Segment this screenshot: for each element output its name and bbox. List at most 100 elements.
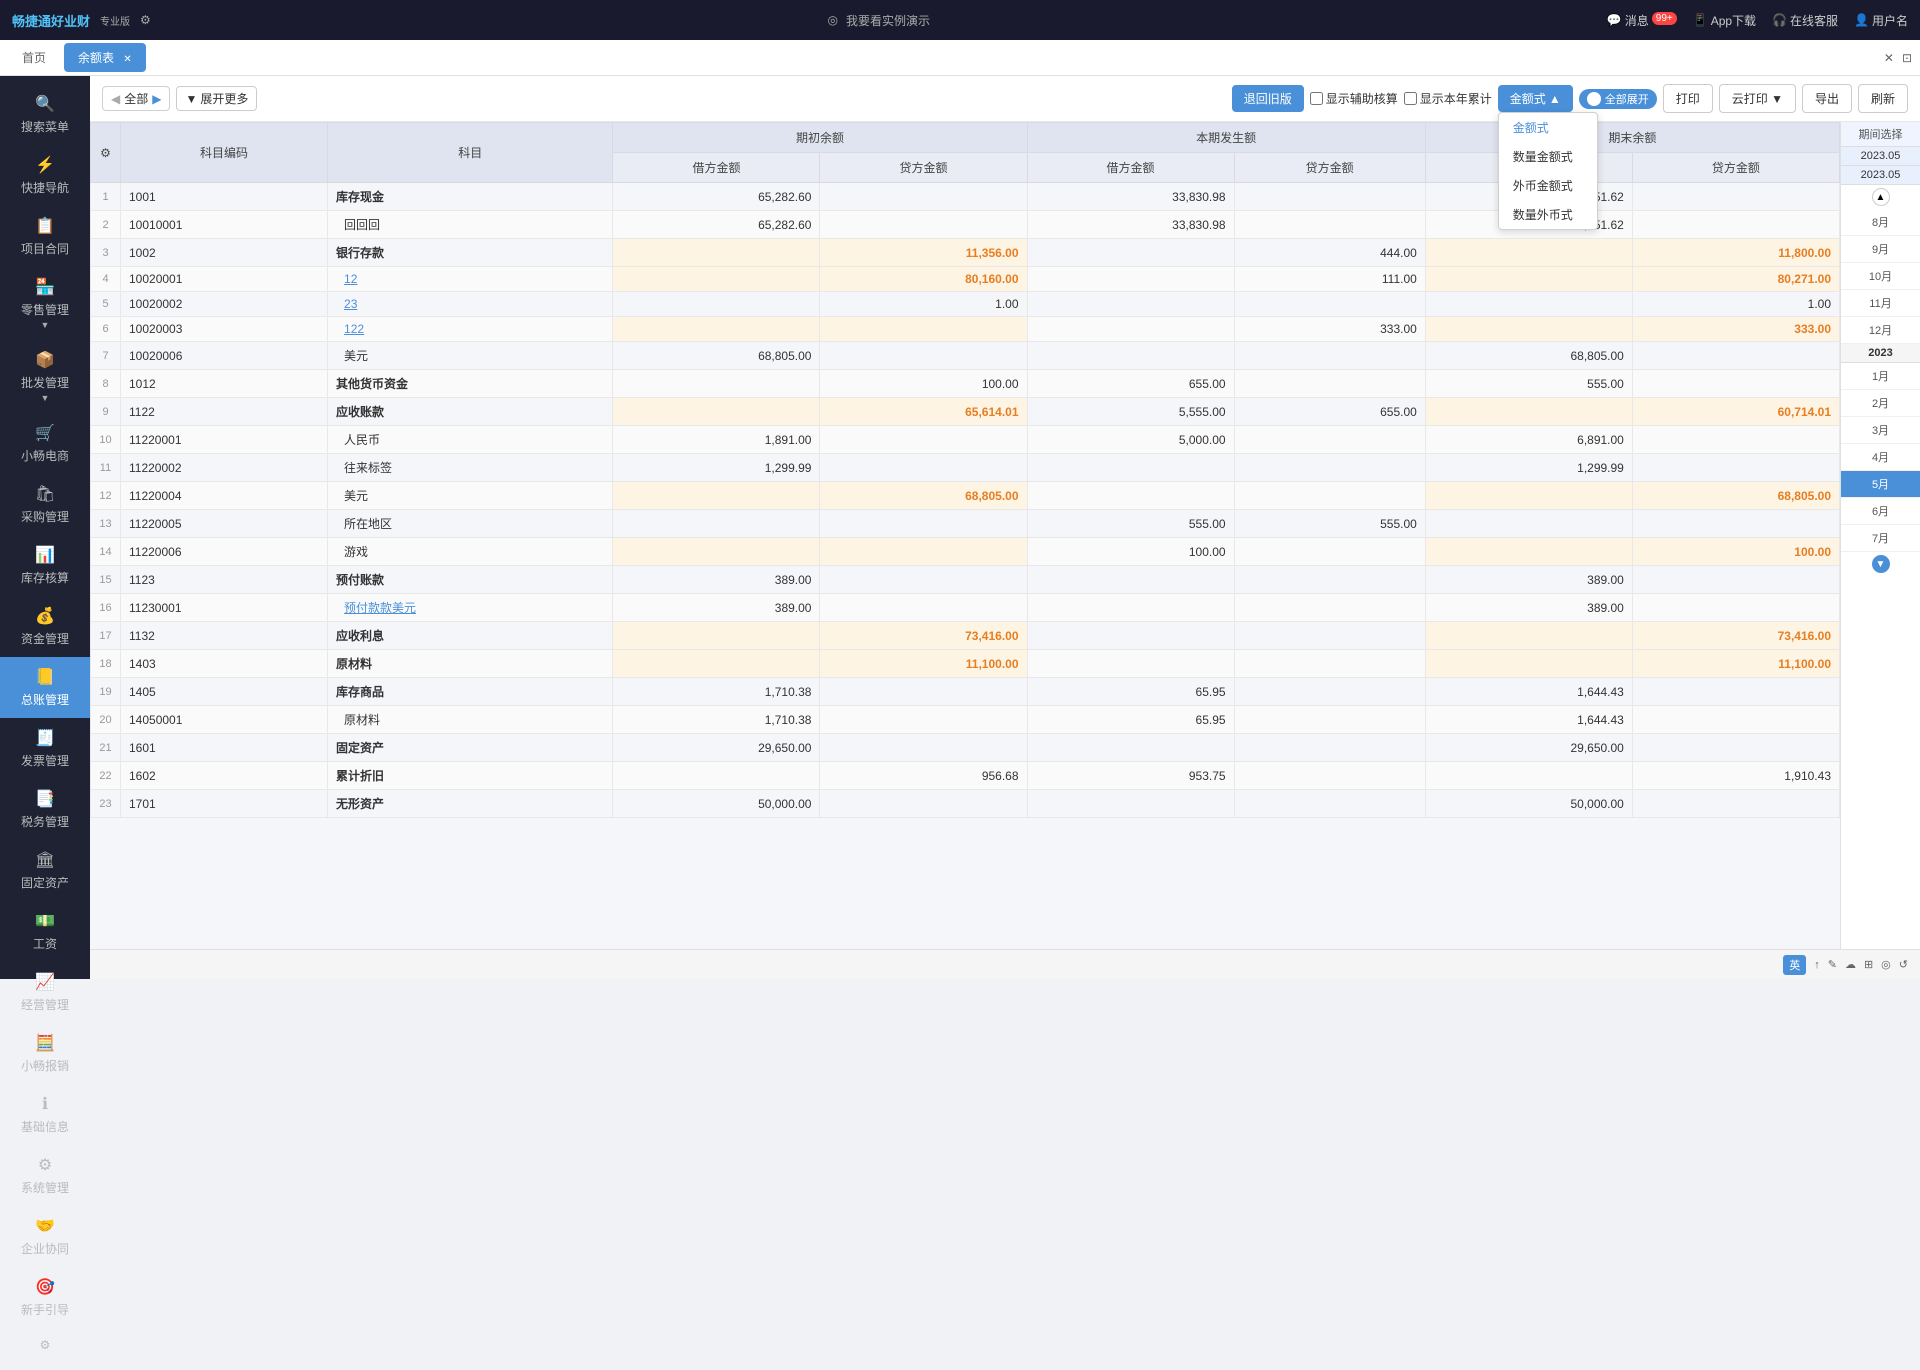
search-next-icon[interactable]: ▶ <box>152 92 161 106</box>
row-cb-debit: 1,299.99 <box>1425 454 1632 482</box>
search-prev-icon[interactable]: ◀ <box>111 92 120 106</box>
row-subject[interactable]: 12 <box>328 267 613 292</box>
period-8[interactable]: 8月 <box>1841 209 1920 236</box>
sidebar-item-tax[interactable]: 📑 税务管理 <box>0 779 90 840</box>
row-cd-debit: 33,830.98 <box>1027 211 1234 239</box>
show-year-total-checkbox[interactable]: 显示本年累计 <box>1404 90 1492 107</box>
period-nav-up[interactable]: ▲ <box>1841 185 1920 209</box>
bottom-btn-5[interactable]: ⊞ <box>1864 958 1873 971</box>
operations-icon: 📈 <box>35 972 55 992</box>
refresh-btn[interactable]: 刷新 <box>1858 84 1908 113</box>
print-btn[interactable]: 打印 <box>1663 84 1713 113</box>
sidebar-item-ecommerce[interactable]: 🛒 小畅电商 <box>0 413 90 474</box>
sidebar-item-capital[interactable]: 💰 资金管理 <box>0 596 90 657</box>
sidebar-item-expense[interactable]: 🧮 小畅报销 <box>0 1023 90 1084</box>
period-11[interactable]: 11月 <box>1841 290 1920 317</box>
amount-style-option-2[interactable]: 数量金额式 <box>1499 142 1597 171</box>
row-cd-credit <box>1234 566 1425 594</box>
tab-maximize-icon[interactable]: ⊡ <box>1902 51 1912 65</box>
row-ob-debit <box>613 239 820 267</box>
bottom-btn-2[interactable]: ↑ <box>1814 959 1820 971</box>
sidebar-item-quick-nav[interactable]: ⚡ 快捷导航 <box>0 145 90 206</box>
bottom-btn-4[interactable]: ☁ <box>1845 958 1856 971</box>
bottom-btn-7[interactable]: ↺ <box>1899 958 1908 971</box>
sidebar-item-project[interactable]: 📋 项目合同 <box>0 206 90 267</box>
export-btn[interactable]: 导出 <box>1802 84 1852 113</box>
period-5[interactable]: 5月 <box>1841 471 1920 498</box>
sidebar-item-guide[interactable]: 🎯 新手引导 <box>0 1267 90 1328</box>
settings-icon[interactable]: ⚙ <box>140 13 151 27</box>
amount-style-option-1[interactable]: 金额式 <box>1499 113 1597 142</box>
tab-balance[interactable]: 余额表 ✕ <box>64 43 146 72</box>
auxiliary-check[interactable] <box>1310 92 1323 105</box>
sidebar-item-purchase[interactable]: 🛍 采购管理 <box>0 474 90 535</box>
sidebar-item-basic-info[interactable]: ℹ 基础信息 <box>0 1084 90 1145</box>
row-cd-credit: 555.00 <box>1234 510 1425 538</box>
period-6[interactable]: 6月 <box>1841 498 1920 525</box>
amount-style-btn[interactable]: 金额式 ▲ <box>1498 85 1573 112</box>
expand-more-btn[interactable]: ▼ 展开更多 <box>176 86 257 111</box>
th-settings[interactable]: ⚙ <box>91 123 121 183</box>
period-10[interactable]: 10月 <box>1841 263 1920 290</box>
row-subject: 往来标签 <box>328 454 613 482</box>
sidebar-item-wholesale[interactable]: 📦 批发管理 ▼ <box>0 340 90 413</box>
sidebar-item-collab[interactable]: 🤝 企业协同 <box>0 1206 90 1267</box>
tab-home[interactable]: 首页 <box>8 43 60 72</box>
row-subject[interactable]: 23 <box>328 292 613 317</box>
demo-label[interactable]: 我要看实例演示 <box>846 12 930 29</box>
sidebar-item-invoice[interactable]: 🧾 发票管理 <box>0 718 90 779</box>
row-cb-credit <box>1632 426 1839 454</box>
app-download-btn[interactable]: 📱 App下载 <box>1693 12 1756 29</box>
period-7[interactable]: 7月 <box>1841 525 1920 552</box>
bottom-btn-1[interactable]: 英 <box>1783 955 1806 975</box>
bottom-btn-6[interactable]: ◎ <box>1881 958 1891 971</box>
online-service-btn[interactable]: 🎧 在线客服 <box>1772 12 1838 29</box>
period-3[interactable]: 3月 <box>1841 417 1920 444</box>
sidebar-settings-btn[interactable]: ⚙ <box>36 1328 55 1362</box>
row-subject[interactable]: 预付款款美元 <box>328 594 613 622</box>
return-old-btn[interactable]: 退回旧版 <box>1232 85 1304 112</box>
period-1[interactable]: 1月 <box>1841 363 1920 390</box>
tab-minimize-icon[interactable]: ✕ <box>1884 51 1894 65</box>
show-auxiliary-checkbox[interactable]: 显示辅助核算 <box>1310 90 1398 107</box>
row-cb-credit <box>1632 454 1839 482</box>
row-ob-credit <box>820 734 1027 762</box>
row-cb-debit <box>1425 622 1632 650</box>
tab-close-icon[interactable]: ✕ <box>123 54 131 65</box>
period-2[interactable]: 2月 <box>1841 390 1920 417</box>
sidebar-item-operations[interactable]: 📈 经营管理 <box>0 962 90 1023</box>
period-down-btn[interactable]: ▼ <box>1872 555 1890 573</box>
sidebar-label-operations: 经营管理 <box>21 996 69 1013</box>
sidebar-item-search[interactable]: 🔍 搜索菜单 <box>0 84 90 145</box>
row-cb-credit: 60,714.01 <box>1632 398 1839 426</box>
year-total-check[interactable] <box>1404 92 1417 105</box>
period-9[interactable]: 9月 <box>1841 236 1920 263</box>
row-subject[interactable]: 122 <box>328 317 613 342</box>
sidebar-item-salary[interactable]: 💵 工资 <box>0 901 90 962</box>
period-4[interactable]: 4月 <box>1841 444 1920 471</box>
sidebar-item-ledger[interactable]: 📒 总账管理 <box>0 657 90 718</box>
message-btn[interactable]: 💬 消息 99+ <box>1607 12 1677 29</box>
sidebar-item-inventory[interactable]: 📊 库存核算 <box>0 535 90 596</box>
sidebar-item-system[interactable]: ⚙ 系统管理 <box>0 1145 90 1206</box>
tab-bar: 首页 余额表 ✕ ✕ ⊡ <box>0 40 1920 76</box>
row-cb-debit: 1,644.43 <box>1425 678 1632 706</box>
period-nav-down[interactable]: ▼ <box>1841 552 1920 576</box>
bottom-btn-3[interactable]: ✎ <box>1828 958 1837 971</box>
user-avatar[interactable]: 👤 用户名 <box>1854 12 1908 29</box>
sidebar-item-fixed-assets[interactable]: 🏛 固定资产 <box>0 840 90 901</box>
amount-style-option-3[interactable]: 外币金额式 <box>1499 171 1597 200</box>
amount-style-dropdown[interactable]: 金额式 ▲ 金额式 数量金额式 外币金额式 数量外币式 <box>1498 85 1573 112</box>
row-ob-credit: 65,614.01 <box>820 398 1027 426</box>
row-ob-credit <box>820 454 1027 482</box>
row-code: 11220001 <box>121 426 328 454</box>
row-cd-debit <box>1027 454 1234 482</box>
amount-style-option-4[interactable]: 数量外币式 <box>1499 200 1597 229</box>
row-ob-debit: 389.00 <box>613 566 820 594</box>
cloud-print-btn[interactable]: 云打印 ▼ <box>1719 84 1796 113</box>
period-up-btn[interactable]: ▲ <box>1872 188 1890 206</box>
sidebar-item-retail[interactable]: 🏪 零售管理 ▼ <box>0 267 90 340</box>
period-12[interactable]: 12月 <box>1841 317 1920 344</box>
row-cd-credit <box>1234 650 1425 678</box>
expand-all-toggle[interactable]: 全部展开 <box>1579 89 1657 109</box>
